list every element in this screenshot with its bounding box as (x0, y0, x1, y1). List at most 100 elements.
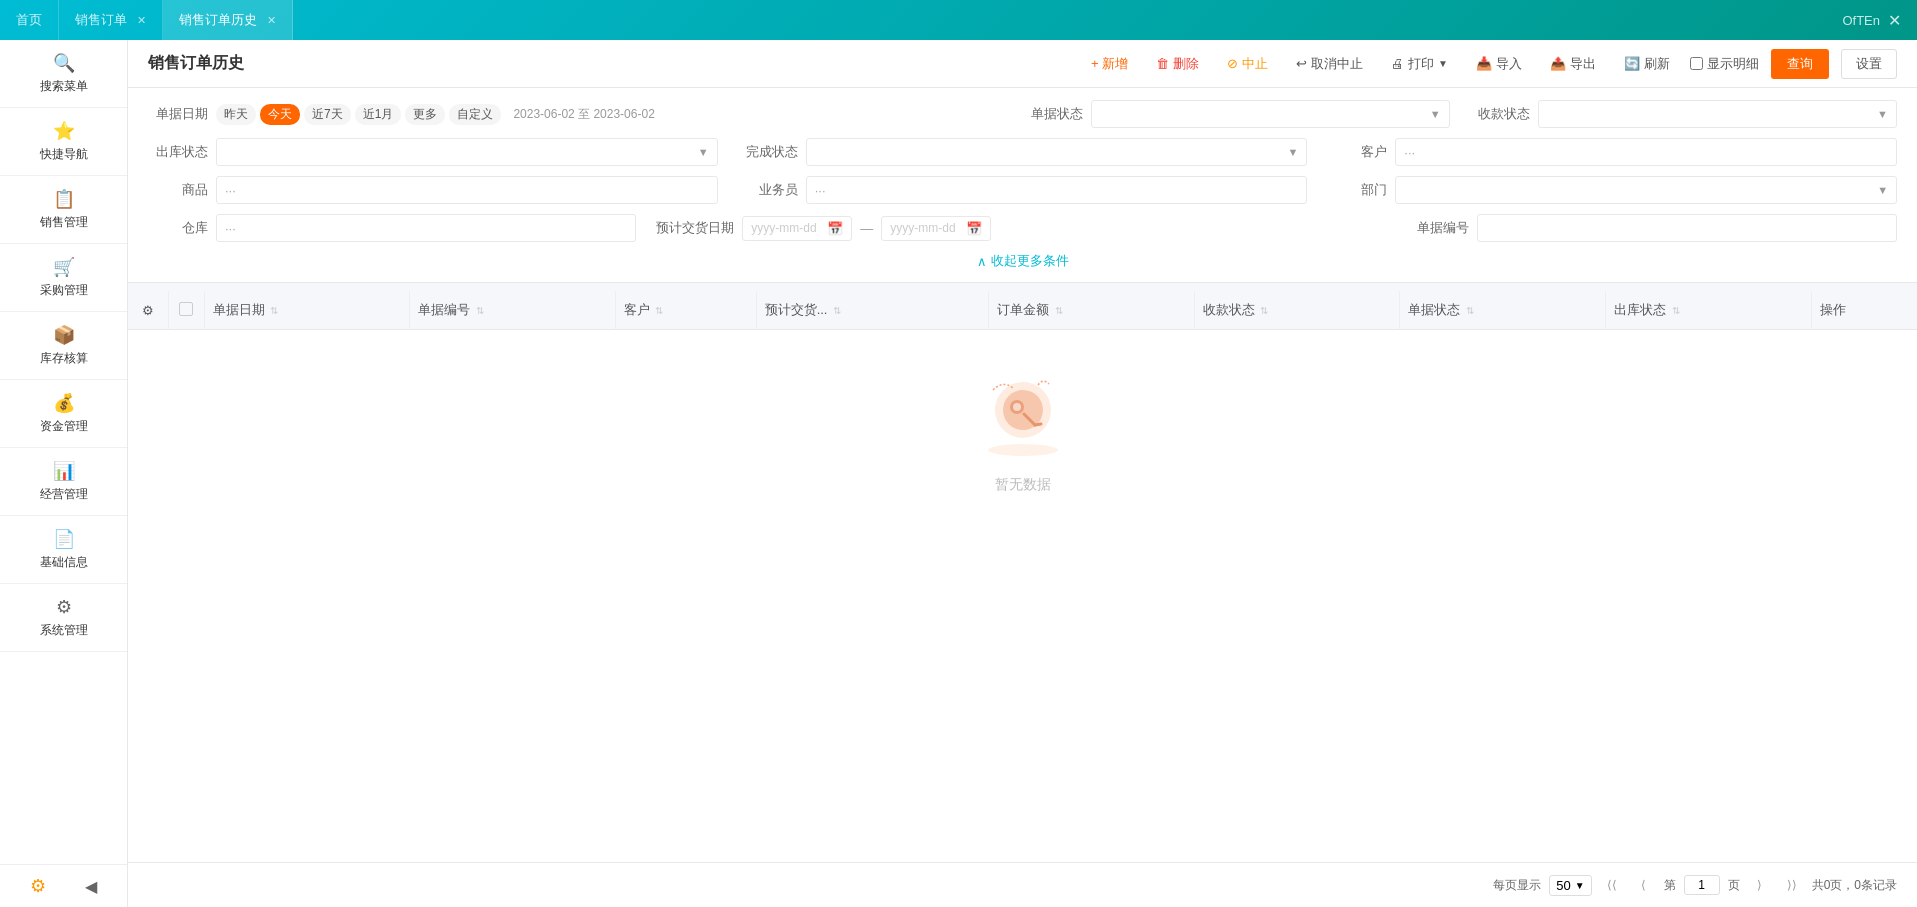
th-doc-date[interactable]: 单据日期 ⇅ (204, 291, 410, 330)
per-page-arrow-icon: ▼ (1575, 880, 1585, 891)
date-control: 昨天 今天 近7天 近1月 更多 自定义 2023-06-02 至 2023-0… (216, 104, 1003, 125)
cancel-stop-button-label: 取消中止 (1311, 55, 1363, 73)
delivery-date-from[interactable]: yyyy-mm-dd 📅 (742, 216, 852, 241)
salesperson-input[interactable]: ··· (806, 176, 1308, 204)
th-checkbox[interactable] (168, 291, 204, 330)
page-label: 第 (1664, 877, 1676, 894)
query-button[interactable]: 查询 (1771, 49, 1829, 79)
date-pill-more[interactable]: 更多 (405, 104, 445, 125)
sidebar-settings-icon[interactable]: ⚙ (30, 875, 46, 897)
date-pill-today[interactable]: 今天 (260, 104, 300, 125)
pagination: 每页显示 50 ▼ ⟨⟨ ⟨ 第 页 ⟩ ⟩⟩ 共0页，0条记录 (128, 862, 1917, 907)
filter-row-3: 商品 ··· 业务员 ··· 部门 ▼ (148, 176, 1897, 204)
capital-mgmt-icon: 💰 (53, 392, 75, 414)
per-page-label: 每页显示 (1493, 877, 1541, 894)
doc-number-sort-icon: ⇅ (476, 305, 484, 316)
table-container: ⚙ 单据日期 ⇅ 单据编号 ⇅ (128, 291, 1917, 862)
display-detail-toggle[interactable]: 显示明细 (1690, 55, 1759, 73)
display-detail-checkbox[interactable] (1690, 57, 1703, 70)
order-number-input[interactable] (1477, 214, 1897, 242)
table-settings-icon[interactable]: ⚙ (142, 303, 154, 318)
tab-sales-order-history[interactable]: 销售订单历史 ✕ (163, 0, 293, 40)
filter-payment-status: 收款状态 ▼ (1470, 100, 1897, 128)
date-pill-7days[interactable]: 近7天 (304, 104, 351, 125)
refresh-button[interactable]: 🔄 刷新 (1616, 51, 1678, 77)
date-pill-custom[interactable]: 自定义 (449, 104, 501, 125)
last-page-button[interactable]: ⟩⟩ (1780, 873, 1804, 897)
setting-button[interactable]: 设置 (1841, 49, 1897, 79)
topbar-close-icon[interactable]: ✕ (1888, 11, 1901, 30)
delete-button[interactable]: 🗑 删除 (1148, 51, 1207, 77)
header-checkbox[interactable] (179, 302, 193, 316)
sidebar-item-purchase-mgmt-label: 采购管理 (40, 282, 88, 299)
tab-sales-order-history-label: 销售订单历史 (179, 11, 257, 29)
sidebar-item-ops-mgmt[interactable]: 📊 经营管理 (0, 448, 127, 516)
date-pill-1month[interactable]: 近1月 (355, 104, 402, 125)
svg-point-0 (988, 444, 1058, 456)
sidebar-item-sales-mgmt[interactable]: 📋 销售管理 (0, 176, 127, 244)
sidebar-item-quick-nav[interactable]: ⭐ 快捷导航 (0, 108, 127, 176)
page-suffix: 页 (1728, 877, 1740, 894)
product-dots: ··· (225, 183, 236, 198)
export-button-label: 导出 (1570, 55, 1596, 73)
th-delivery-status[interactable]: 出库状态 ⇅ (1606, 291, 1812, 330)
tab-sales-order-history-close[interactable]: ✕ (267, 14, 276, 27)
th-customer[interactable]: 客户 ⇅ (615, 291, 756, 330)
add-button-label: + 新增 (1091, 55, 1128, 73)
empty-text: 暂无数据 (995, 476, 1051, 494)
tab-home-label: 首页 (16, 11, 42, 29)
import-button-label: 导入 (1496, 55, 1522, 73)
refresh-button-label: 刷新 (1644, 55, 1670, 73)
product-input[interactable]: ··· (216, 176, 718, 204)
tab-sales-order[interactable]: 销售订单 ✕ (59, 0, 163, 40)
th-expected-delivery[interactable]: 预计交货... ⇅ (756, 291, 989, 330)
th-order-amount-label: 订单金额 (997, 302, 1049, 317)
filter-area: 单据日期 昨天 今天 近7天 近1月 更多 自定义 2023-06-02 至 2… (128, 88, 1917, 283)
delivery-status-sort-icon: ⇅ (1672, 305, 1680, 316)
sidebar-collapse-icon[interactable]: ◀ (85, 877, 97, 896)
tab-sales-order-close[interactable]: ✕ (137, 14, 146, 27)
department-select[interactable]: ▼ (1395, 176, 1897, 204)
sidebar-item-purchase-mgmt[interactable]: 🛒 采购管理 (0, 244, 127, 312)
sidebar-item-search-menu[interactable]: 🔍 搜索菜单 (0, 40, 127, 108)
prev-page-button[interactable]: ⟨ (1632, 873, 1656, 897)
first-page-button[interactable]: ⟨⟨ (1600, 873, 1624, 897)
filter-row-1: 单据日期 昨天 今天 近7天 近1月 更多 自定义 2023-06-02 至 2… (148, 100, 1897, 128)
page-header: 销售订单历史 + 新增 🗑 删除 ⊘ 中止 ↩ 取消中止 🖨 (128, 40, 1917, 88)
sidebar-item-basic-info[interactable]: 📄 基础信息 (0, 516, 127, 584)
delivery-status-select[interactable]: ▼ (216, 138, 718, 166)
search-menu-icon: 🔍 (53, 52, 75, 74)
collapse-filter-row[interactable]: ∧ 收起更多条件 (148, 252, 1897, 270)
th-payment-status[interactable]: 收款状态 ⇅ (1194, 291, 1400, 330)
date-pill-yesterday[interactable]: 昨天 (216, 104, 256, 125)
th-order-amount[interactable]: 订单金额 ⇅ (989, 291, 1195, 330)
export-button[interactable]: 📤 导出 (1542, 51, 1604, 77)
order-status-select[interactable]: ▼ (1091, 100, 1450, 128)
cancel-stop-button[interactable]: ↩ 取消中止 (1288, 51, 1371, 77)
calendar-to-icon: 📅 (966, 221, 982, 236)
filter-row-2: 出库状态 ▼ 完成状态 ▼ 客户 ··· (148, 138, 1897, 166)
delivery-date-to[interactable]: yyyy-mm-dd 📅 (881, 216, 991, 241)
page-input[interactable] (1684, 875, 1720, 895)
stop-button[interactable]: ⊘ 中止 (1219, 51, 1276, 77)
th-order-status[interactable]: 单据状态 ⇅ (1400, 291, 1606, 330)
sidebar-item-inventory-calc[interactable]: 📦 库存核算 (0, 312, 127, 380)
add-button[interactable]: + 新增 (1083, 51, 1136, 77)
complete-status-select[interactable]: ▼ (806, 138, 1308, 166)
payment-status-sort-icon: ⇅ (1260, 305, 1268, 316)
sidebar-item-sys-mgmt[interactable]: ⚙ 系统管理 (0, 584, 127, 652)
next-page-button[interactable]: ⟩ (1748, 873, 1772, 897)
stop-icon: ⊘ (1227, 56, 1238, 71)
import-button[interactable]: 📥 导入 (1468, 51, 1530, 77)
th-doc-number[interactable]: 单据编号 ⇅ (410, 291, 616, 330)
per-page-select[interactable]: 50 ▼ (1549, 875, 1591, 896)
payment-status-select[interactable]: ▼ (1538, 100, 1897, 128)
sidebar-item-sys-mgmt-label: 系统管理 (40, 622, 88, 639)
print-button[interactable]: 🖨 打印 ▼ (1383, 51, 1456, 77)
filter-department: 部门 ▼ (1327, 176, 1897, 204)
warehouse-input[interactable]: ··· (216, 214, 636, 242)
sidebar-item-capital-mgmt[interactable]: 💰 资金管理 (0, 380, 127, 448)
tab-home[interactable]: 首页 (0, 0, 59, 40)
customer-input[interactable]: ··· (1395, 138, 1897, 166)
th-settings[interactable]: ⚙ (128, 291, 168, 330)
